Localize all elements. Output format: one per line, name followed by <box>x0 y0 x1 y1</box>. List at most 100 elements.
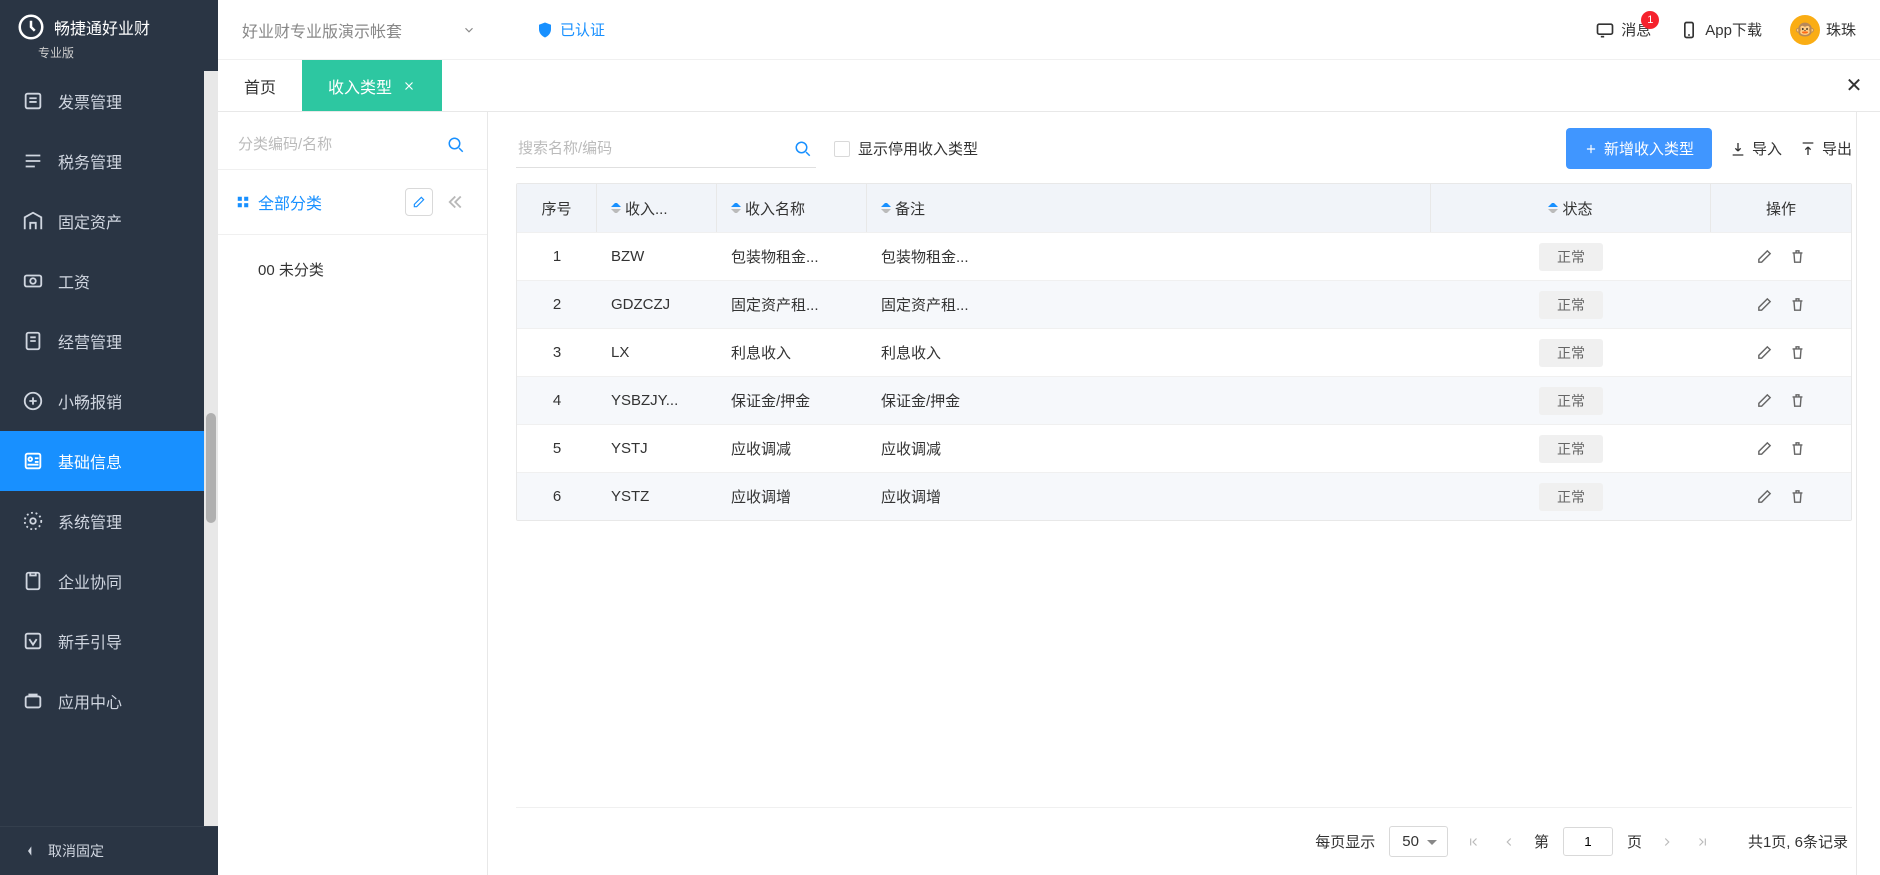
table-row[interactable]: 5 YSTJ 应收调减 应收调减 正常 <box>517 424 1851 472</box>
unpin-icon <box>22 843 38 859</box>
sort-icon <box>881 201 891 215</box>
edit-icon[interactable] <box>1756 392 1773 409</box>
edit-icon[interactable] <box>1756 344 1773 361</box>
message-icon <box>1595 20 1615 40</box>
chevron-down-icon <box>462 23 476 37</box>
status-badge: 正常 <box>1539 291 1603 319</box>
nav-item-salary[interactable]: 工资 <box>0 251 204 311</box>
sort-icon <box>1548 201 1558 215</box>
th-action: 操作 <box>1711 184 1851 232</box>
messages-button[interactable]: 消息 1 <box>1595 19 1651 40</box>
search-input[interactable] <box>516 130 816 168</box>
avatar-icon: 🐵 <box>1790 15 1820 45</box>
main-search <box>516 130 816 168</box>
search-icon[interactable] <box>794 140 812 158</box>
table-header: 序号 收入... 收入名称 备注 状态 操作 <box>517 184 1851 232</box>
topbar: 好业财专业版演示帐套 已认证 消息 1 App下载 🐵 珠珠 <box>218 0 1880 60</box>
delete-icon[interactable] <box>1789 392 1806 409</box>
category-search-input[interactable] <box>236 126 469 163</box>
close-all-tabs-button[interactable]: ✕ <box>1840 72 1868 100</box>
nav-item-basedata[interactable]: 基础信息 <box>0 431 204 491</box>
nav-item-tax[interactable]: 税务管理 <box>0 131 204 191</box>
delete-icon[interactable] <box>1789 344 1806 361</box>
category-all[interactable]: 全部分类 <box>236 190 395 214</box>
delete-icon[interactable] <box>1789 296 1806 313</box>
data-table: 序号 收入... 收入名称 备注 状态 操作 1 BZW 包装物租金... 包装… <box>516 183 1852 521</box>
import-button[interactable]: 导入 <box>1730 138 1782 159</box>
mobile-icon <box>1679 20 1699 40</box>
tab-income-type[interactable]: 收入类型 <box>302 60 442 111</box>
prev-page-button[interactable] <box>1498 831 1520 853</box>
nav-item-system[interactable]: 系统管理 <box>0 491 204 551</box>
close-icon[interactable] <box>402 79 416 93</box>
message-badge: 1 <box>1641 11 1659 29</box>
table-row[interactable]: 2 GDZCZJ 固定资产租... 固定资产租... 正常 <box>517 280 1851 328</box>
right-collapse-strip[interactable] <box>1856 112 1880 875</box>
grid-icon <box>236 195 250 209</box>
edit-icon[interactable] <box>1756 488 1773 505</box>
category-search <box>218 120 487 170</box>
table-row[interactable]: 4 YSBZJY... 保证金/押金 保证金/押金 正常 <box>517 376 1851 424</box>
checkbox-box <box>834 141 850 157</box>
first-page-button[interactable] <box>1462 831 1484 853</box>
show-disabled-checkbox[interactable]: 显示停用收入类型 <box>834 138 978 159</box>
th-status[interactable]: 状态 <box>1431 184 1711 232</box>
nav-scrollbar[interactable] <box>204 71 218 826</box>
delete-icon[interactable] <box>1789 248 1806 265</box>
table-row[interactable]: 6 YSTZ 应收调增 应收调增 正常 <box>517 472 1851 520</box>
edit-icon[interactable] <box>1756 248 1773 265</box>
table-row[interactable]: 3 LX 利息收入 利息收入 正常 <box>517 328 1851 376</box>
search-icon[interactable] <box>447 136 465 154</box>
status-badge: 正常 <box>1539 339 1603 367</box>
edit-icon <box>412 195 426 209</box>
status-badge: 正常 <box>1539 387 1603 415</box>
sort-icon <box>611 201 621 215</box>
nav-item-business[interactable]: 经营管理 <box>0 311 204 371</box>
delete-icon[interactable] <box>1789 488 1806 505</box>
verified-badge: 已认证 <box>536 19 605 40</box>
table-area: 显示停用收入类型 新增收入类型 导入 导出 <box>488 112 1880 875</box>
nav-item-assets[interactable]: 固定资产 <box>0 191 204 251</box>
sidebar: 畅捷通好业财 专业版 发票管理 税务管理 固定资产 工资 经营管理 小畅报销 基… <box>0 0 218 875</box>
th-name[interactable]: 收入名称 <box>717 184 867 232</box>
nav-item-apps[interactable]: 应用中心 <box>0 671 204 731</box>
status-badge: 正常 <box>1539 243 1603 271</box>
th-note[interactable]: 备注 <box>867 184 1431 232</box>
nav-item-guide[interactable]: 新手引导 <box>0 611 204 671</box>
nav-item-expense[interactable]: 小畅报销 <box>0 371 204 431</box>
category-edit-button[interactable] <box>405 188 433 216</box>
th-code[interactable]: 收入... <box>597 184 717 232</box>
shield-icon <box>536 21 554 39</box>
category-panel: 全部分类 00 未分类 <box>218 112 488 875</box>
nav-item-collab[interactable]: 企业协同 <box>0 551 204 611</box>
collapse-icon[interactable] <box>447 191 469 213</box>
account-selector[interactable]: 好业财专业版演示帐套 <box>242 18 476 42</box>
page-input[interactable] <box>1563 827 1613 856</box>
nav-item-invoice[interactable]: 发票管理 <box>0 71 204 131</box>
brand-name: 畅捷通好业财 <box>54 15 150 39</box>
import-icon <box>1730 141 1746 157</box>
category-item[interactable]: 00 未分类 <box>218 249 487 290</box>
th-seq[interactable]: 序号 <box>517 184 597 232</box>
status-badge: 正常 <box>1539 483 1603 511</box>
last-page-button[interactable] <box>1692 831 1714 853</box>
pagination: 每页显示 50 第 页 共1页, 6条记录 <box>516 807 1852 875</box>
app-download-button[interactable]: App下载 <box>1679 19 1762 40</box>
export-button[interactable]: 导出 <box>1800 138 1852 159</box>
status-badge: 正常 <box>1539 435 1603 463</box>
plus-icon <box>1584 142 1598 156</box>
per-page-select[interactable]: 50 <box>1389 826 1448 857</box>
add-button[interactable]: 新增收入类型 <box>1566 128 1712 169</box>
export-icon <box>1800 141 1816 157</box>
delete-icon[interactable] <box>1789 440 1806 457</box>
user-menu[interactable]: 🐵 珠珠 <box>1790 15 1856 45</box>
table-row[interactable]: 1 BZW 包装物租金... 包装物租金... 正常 <box>517 232 1851 280</box>
edit-icon[interactable] <box>1756 296 1773 313</box>
next-page-button[interactable] <box>1656 831 1678 853</box>
sort-icon <box>731 201 741 215</box>
unpin-button[interactable]: 取消固定 <box>0 826 218 875</box>
brand-logo-icon <box>16 12 46 42</box>
brand-edition: 专业版 <box>38 44 218 61</box>
tab-home[interactable]: 首页 <box>218 60 302 111</box>
edit-icon[interactable] <box>1756 440 1773 457</box>
